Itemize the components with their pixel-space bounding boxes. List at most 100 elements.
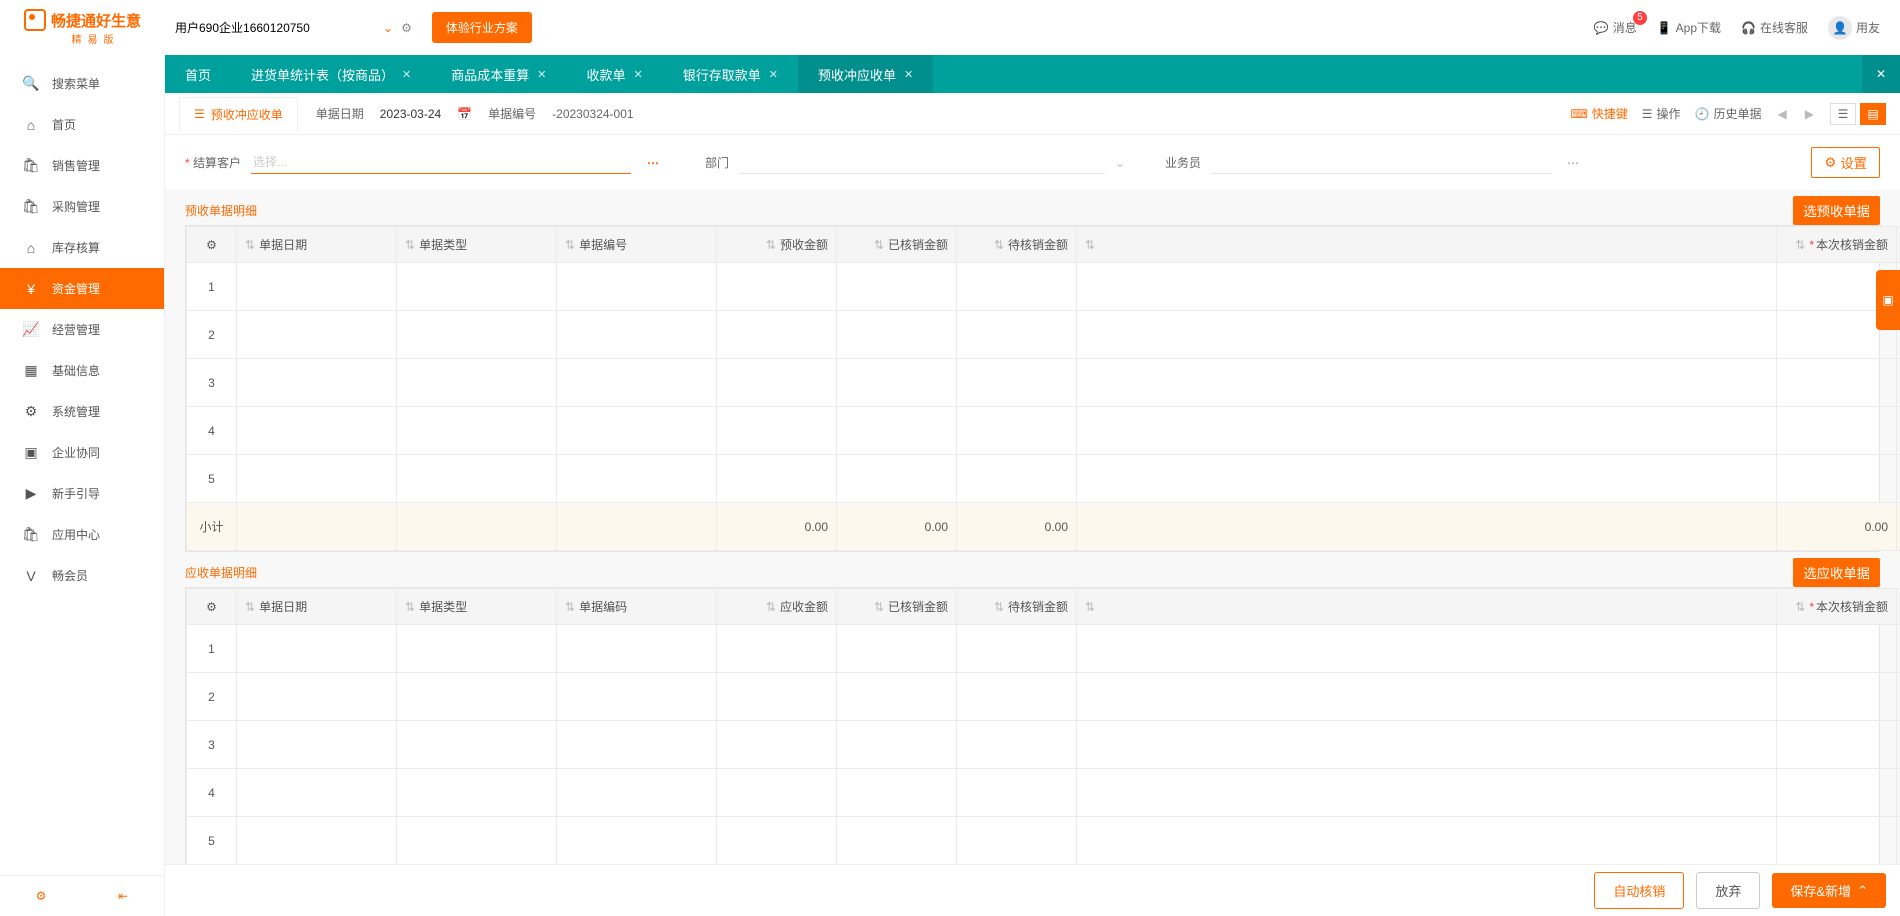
- calendar-icon[interactable]: 📅: [457, 107, 472, 121]
- dept-input[interactable]: [739, 151, 1105, 173]
- sidebar-item-0[interactable]: 🔍搜索菜单: [0, 63, 164, 104]
- doc-date[interactable]: 2023-03-24: [380, 107, 441, 121]
- sidebar-item-11[interactable]: 🛍应用中心: [0, 514, 164, 555]
- col-header[interactable]: ⇅: [1077, 589, 1777, 625]
- doc-tab[interactable]: ☰ 预收冲应收单: [179, 97, 298, 131]
- customer-service-link[interactable]: 🎧 在线客服: [1741, 19, 1808, 36]
- history-link[interactable]: 🕘历史单据: [1695, 105, 1762, 122]
- gear-icon[interactable]: ⚙: [401, 21, 412, 35]
- shortcut-link[interactable]: ⌨快捷键: [1570, 105, 1627, 122]
- table-row[interactable]: 5🗑: [187, 455, 1900, 503]
- table-row[interactable]: 3🗑: [187, 721, 1900, 769]
- discard-button[interactable]: 放弃: [1696, 872, 1760, 909]
- table-row[interactable]: 2🗑: [187, 673, 1900, 721]
- app-download-link[interactable]: 📱 App下载: [1657, 19, 1721, 36]
- close-icon[interactable]: ✕: [634, 68, 643, 81]
- delete-row[interactable]: 🗑: [1897, 455, 1900, 503]
- col-header[interactable]: ⇅已核销金额: [837, 227, 957, 263]
- table-row[interactable]: 2🗑: [187, 311, 1900, 359]
- delete-row[interactable]: 🗑: [1897, 407, 1900, 455]
- prepay-section-title: 预收单据明细: [185, 196, 257, 225]
- delete-row[interactable]: 🗑: [1897, 769, 1900, 817]
- tab-3[interactable]: 收款单✕: [566, 55, 662, 93]
- tab-label: 商品成本重算: [451, 65, 529, 84]
- table-row[interactable]: 3🗑: [187, 359, 1900, 407]
- save-and-new-button[interactable]: 保存&新增⌃: [1772, 873, 1886, 908]
- delete-row[interactable]: 🗑: [1897, 625, 1900, 673]
- table-row[interactable]: 5🗑: [187, 817, 1900, 865]
- avatar-icon: 👤: [1828, 16, 1852, 40]
- col-header[interactable]: ⇅: [1077, 227, 1777, 263]
- sidebar-item-5[interactable]: ¥资金管理: [0, 268, 164, 309]
- close-all-tabs[interactable]: ✕: [1862, 55, 1900, 93]
- brand-logo[interactable]: 畅捷通好生意 精易版: [0, 9, 165, 46]
- chevron-down-icon[interactable]: ⌄: [1115, 156, 1125, 170]
- tab-5[interactable]: 预收冲应收单✕: [798, 55, 933, 93]
- tab-2[interactable]: 商品成本重算 ✕: [431, 55, 566, 93]
- col-header[interactable]: ⇅应收金额: [717, 589, 837, 625]
- col-header[interactable]: ⇅单据日期: [237, 589, 397, 625]
- close-icon[interactable]: ✕: [537, 68, 546, 81]
- settings-button[interactable]: ⚙设置: [1811, 147, 1880, 178]
- col-header[interactable]: ⇅已核销金额: [837, 589, 957, 625]
- close-icon[interactable]: ✕: [402, 68, 411, 81]
- col-header[interactable]: ⇅本次核销金额: [1777, 589, 1897, 625]
- customer-input[interactable]: [251, 151, 631, 173]
- sales-input[interactable]: [1211, 151, 1551, 173]
- sidebar-item-3[interactable]: 🛍采购管理: [0, 186, 164, 227]
- operate-link[interactable]: ☰操作: [1642, 105, 1681, 122]
- sidebar-item-6[interactable]: 📈经营管理: [0, 309, 164, 350]
- prev-doc[interactable]: ◀: [1776, 107, 1789, 121]
- delete-row[interactable]: 🗑: [1897, 673, 1900, 721]
- collapse-button[interactable]: ⇤: [82, 876, 164, 916]
- close-icon[interactable]: ✕: [769, 68, 778, 81]
- col-header[interactable]: ⇅单据类型: [397, 227, 557, 263]
- table-row[interactable]: 4🗑: [187, 407, 1900, 455]
- col-header[interactable]: ⇅单据类型: [397, 589, 557, 625]
- next-doc[interactable]: ▶: [1803, 107, 1816, 121]
- org-select[interactable]: [175, 21, 375, 35]
- col-header[interactable]: ⇅单据编码: [557, 589, 717, 625]
- settings-button[interactable]: ⚙: [0, 876, 82, 916]
- delete-row[interactable]: 🗑: [1897, 817, 1900, 865]
- delete-row[interactable]: 🗑: [1897, 359, 1900, 407]
- view-list[interactable]: ☰: [1830, 103, 1856, 125]
- sales-lookup[interactable]: ⋯: [1561, 156, 1585, 170]
- message-link[interactable]: 💬 消息 5: [1594, 19, 1637, 36]
- experience-button[interactable]: 体验行业方案: [432, 12, 532, 43]
- sidebar-item-2[interactable]: 🛍销售管理: [0, 145, 164, 186]
- close-icon[interactable]: ✕: [904, 68, 913, 81]
- delete-row[interactable]: 🗑: [1897, 721, 1900, 769]
- table-row[interactable]: 1🗑: [187, 263, 1900, 311]
- user-menu[interactable]: 👤 用友: [1828, 16, 1880, 40]
- sidebar-item-8[interactable]: ⚙系统管理: [0, 391, 164, 432]
- col-header[interactable]: ⇅预收金额: [717, 227, 837, 263]
- select-prepay-button[interactable]: 选预收单据: [1793, 196, 1880, 225]
- sidebar-item-1[interactable]: ⌂首页: [0, 104, 164, 145]
- col-header[interactable]: ⇅本次核销金额: [1777, 227, 1897, 263]
- view-form[interactable]: ▤: [1860, 103, 1886, 125]
- col-header[interactable]: ⇅待核销金额: [957, 589, 1077, 625]
- chevron-down-icon[interactable]: ⌄: [383, 21, 393, 35]
- side-handle[interactable]: ▣: [1876, 270, 1900, 330]
- col-header[interactable]: ⇅操作: [1897, 589, 1900, 625]
- sidebar-item-10[interactable]: ▶新手引导: [0, 473, 164, 514]
- table-row[interactable]: 4🗑: [187, 769, 1900, 817]
- sidebar-item-7[interactable]: ▦基础信息: [0, 350, 164, 391]
- col-header[interactable]: ⇅单据编号: [557, 227, 717, 263]
- gear-header[interactable]: ⚙: [187, 227, 237, 263]
- tab-1[interactable]: 进货单统计表（按商品）✕: [231, 55, 431, 93]
- customer-lookup[interactable]: ⋯: [641, 156, 665, 170]
- col-header[interactable]: ⇅操作: [1897, 227, 1900, 263]
- sidebar-item-9[interactable]: ▣企业协同: [0, 432, 164, 473]
- tab-0[interactable]: 首页: [165, 55, 231, 93]
- gear-header[interactable]: ⚙: [187, 589, 237, 625]
- tab-4[interactable]: 银行存取款单✕: [663, 55, 798, 93]
- col-header[interactable]: ⇅单据日期: [237, 227, 397, 263]
- sidebar-item-12[interactable]: V畅会员: [0, 555, 164, 596]
- col-header[interactable]: ⇅待核销金额: [957, 227, 1077, 263]
- sidebar-item-4[interactable]: ⌂库存核算: [0, 227, 164, 268]
- select-receivable-button[interactable]: 选应收单据: [1793, 558, 1880, 587]
- auto-writeoff-button[interactable]: 自动核销: [1594, 872, 1684, 909]
- table-row[interactable]: 1🗑: [187, 625, 1900, 673]
